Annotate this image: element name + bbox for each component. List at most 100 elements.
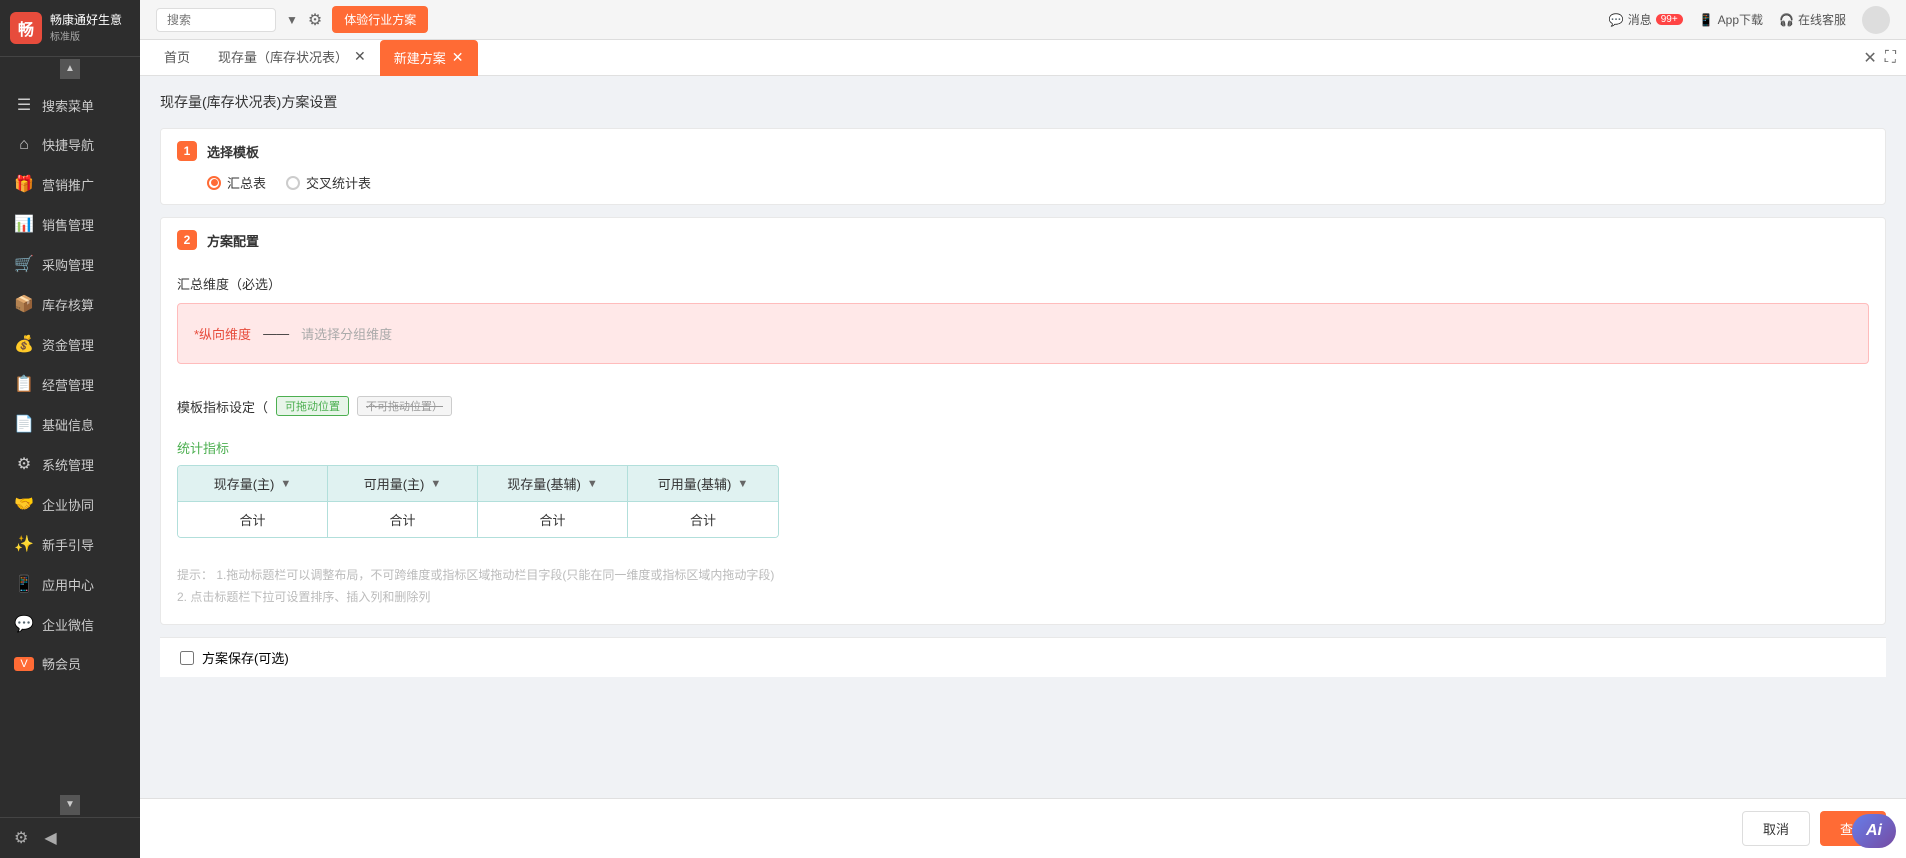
required-mark: *纵向维度 (194, 324, 251, 343)
stats-col-4-body: 合计 (628, 502, 778, 537)
stats-col-1-label: 现存量(主) (214, 474, 275, 493)
sidebar-item-finance[interactable]: 💰 资金管理 (0, 324, 140, 364)
app-download-item[interactable]: 📱 App下载 (1699, 11, 1763, 28)
radio-cross-label: 交叉统计表 (306, 173, 371, 192)
member-icon: V (14, 657, 34, 671)
app-download-label: App下载 (1718, 11, 1763, 28)
search-input[interactable] (156, 8, 276, 32)
stats-title: 统计指标 (177, 438, 1869, 457)
inventory-icon: 📦 (14, 294, 34, 314)
bottom-bar: 取消 查询 (140, 798, 1906, 858)
topbar-gear-icon[interactable]: ⚙ (308, 10, 322, 30)
app-name: 畅康通好生意 (50, 13, 122, 29)
collapse-icon[interactable]: ◀ (44, 828, 56, 848)
step2-section: 2 方案配置 汇总维度（必选） *纵向维度 —— 请选择分组维度 模板指标设定（ (160, 217, 1886, 625)
settings-icon[interactable]: ⚙ (14, 828, 28, 848)
sidebar-item-search-menu[interactable]: ☰ 搜索菜单 (0, 85, 140, 125)
search-menu-icon: ☰ (14, 95, 34, 115)
online-service-label: 在线客服 (1798, 11, 1846, 28)
stats-col-4-label: 可用量(基辅) (658, 474, 732, 493)
stats-col-3-header[interactable]: 现存量(基辅) ▼ (478, 466, 628, 501)
dimension-placeholder[interactable]: 请选择分组维度 (301, 324, 392, 343)
sidebar-item-inventory[interactable]: 📦 库存核算 (0, 284, 140, 324)
sidebar-item-label: 快捷导航 (42, 135, 94, 154)
tab-inventory-close-icon[interactable]: ✕ (354, 48, 366, 65)
tabbar: 首页 现存量（库存状况表） ✕ 新建方案 ✕ ✕ ⛶ (140, 40, 1906, 76)
sidebar-item-label: 新手引导 (42, 535, 94, 554)
sidebar-item-quick-nav[interactable]: ⌂ 快捷导航 (0, 125, 140, 164)
sidebar-item-sales[interactable]: 📊 销售管理 (0, 204, 140, 244)
tip-2: 2. 点击标题栏下拉可设置排序、插入列和删除列 (177, 587, 1869, 609)
draggable-badge: 可拖动位置 (276, 396, 349, 416)
tab-home[interactable]: 首页 (150, 40, 204, 76)
tab-new-plan-close-icon[interactable]: ✕ (452, 49, 464, 66)
tab-new-plan-label: 新建方案 (394, 48, 446, 67)
stats-col-2-header[interactable]: 可用量(主) ▼ (328, 466, 478, 501)
chevron-down-icon-4: ▼ (737, 478, 748, 490)
sidebar-item-label: 经营管理 (42, 375, 94, 394)
radio-summary-table[interactable]: 汇总表 (207, 173, 266, 192)
sidebar-item-marketing[interactable]: 🎁 营销推广 (0, 164, 140, 204)
sidebar-scroll-up[interactable]: ▲ (60, 59, 80, 79)
topbar-dropdown[interactable]: ▼ (286, 13, 298, 27)
indicator-settings: 模板指标设定（ 可拖动位置 不可拖动位置） (161, 396, 1885, 438)
cancel-button[interactable]: 取消 (1742, 811, 1810, 846)
tab-inventory-status-label: 现存量（库存状况表） (218, 47, 348, 66)
sidebar-item-operations[interactable]: 📋 经营管理 (0, 364, 140, 404)
stats-col-4-header[interactable]: 可用量(基辅) ▼ (628, 466, 778, 501)
app-logo: 畅 畅康通好生意 标准版 (0, 0, 140, 57)
industry-plan-button[interactable]: 体验行业方案 (332, 6, 428, 33)
sidebar-item-label: 应用中心 (42, 575, 94, 594)
page-title: 现存量(库存状况表)方案设置 (160, 92, 1886, 112)
sidebar-item-enterprise[interactable]: 🤝 企业协同 (0, 484, 140, 524)
sidebar-item-label: 企业微信 (42, 615, 94, 634)
step2-badge: 2 (177, 230, 197, 250)
sidebar-item-app-center[interactable]: 📱 应用中心 (0, 564, 140, 604)
quick-nav-icon: ⌂ (14, 136, 34, 154)
dimension-row: *纵向维度 —— 请选择分组维度 (194, 324, 1852, 343)
messages-item[interactable]: 💬 消息 99+ (1609, 11, 1683, 28)
radio-summary-label: 汇总表 (227, 173, 266, 192)
sidebar-item-enterprise-wechat[interactable]: 💬 企业微信 (0, 604, 140, 644)
ai-badge[interactable]: Ai (1852, 814, 1896, 848)
sidebar-item-newbie[interactable]: ✨ 新手引导 (0, 524, 140, 564)
stats-col-3-label: 现存量(基辅) (507, 474, 581, 493)
sales-icon: 📊 (14, 214, 34, 234)
template-options: 汇总表 交叉统计表 (161, 173, 1885, 204)
sidebar-nav: ☰ 搜索菜单 ⌂ 快捷导航 🎁 营销推广 📊 销售管理 🛒 采购管理 📦 库存核… (0, 81, 140, 793)
tab-inventory-status[interactable]: 现存量（库存状况表） ✕ (204, 40, 380, 76)
logo-icon: 畅 (10, 12, 42, 44)
sidebar-item-member[interactable]: V 畅会员 (0, 644, 140, 683)
enterprise-wechat-icon: 💬 (14, 614, 34, 634)
config-section: 汇总维度（必选） *纵向维度 —— 请选择分组维度 (161, 262, 1885, 396)
radio-cross-table[interactable]: 交叉统计表 (286, 173, 371, 192)
tab-close-button[interactable]: ✕ (1863, 48, 1876, 68)
sidebar-item-label: 畅会员 (42, 654, 81, 673)
indicator-settings-text: 模板指标设定（ (177, 397, 268, 416)
stats-col-1-header[interactable]: 现存量(主) ▼ (178, 466, 328, 501)
step1-header: 1 选择模板 (161, 129, 1885, 173)
stats-section: 统计指标 现存量(主) ▼ 可用量(主) ▼ 现存量(基辅) (161, 438, 1885, 557)
messages-label: 消息 (1628, 11, 1652, 28)
tab-new-plan[interactable]: 新建方案 ✕ (380, 40, 478, 76)
sidebar-scroll-down[interactable]: ▼ (60, 795, 80, 815)
app-version: 标准版 (50, 28, 122, 43)
stats-header-row: 现存量(主) ▼ 可用量(主) ▼ 现存量(基辅) ▼ 可用量(基辅) (178, 466, 778, 501)
sidebar-item-basic-info[interactable]: 📄 基础信息 (0, 404, 140, 444)
sidebar-item-purchase[interactable]: 🛒 采购管理 (0, 244, 140, 284)
tab-expand-button[interactable]: ⛶ (1885, 48, 1896, 68)
save-option-label: 方案保存(可选) (202, 648, 289, 667)
tips-section: 提示： 1.拖动标题栏可以调整布局，不可跨维度或指标区域拖动栏目字段(只能在同一… (161, 557, 1885, 624)
sidebar-item-system[interactable]: ⚙ 系统管理 (0, 444, 140, 484)
sidebar: 畅 畅康通好生意 标准版 ▲ ☰ 搜索菜单 ⌂ 快捷导航 🎁 营销推广 📊 销售… (0, 0, 140, 858)
finance-icon: 💰 (14, 334, 34, 354)
purchase-icon: 🛒 (14, 254, 34, 274)
non-draggable-badge: 不可拖动位置） (357, 396, 452, 416)
step2-header: 2 方案配置 (161, 218, 1885, 262)
headset-icon: 🎧 (1779, 13, 1794, 27)
online-service-item[interactable]: 🎧 在线客服 (1779, 11, 1846, 28)
user-avatar[interactable] (1862, 6, 1890, 34)
topbar: ▼ ⚙ 体验行业方案 💬 消息 99+ 📱 App下载 🎧 在线客服 (140, 0, 1906, 40)
main-wrapper: ▼ ⚙ 体验行业方案 💬 消息 99+ 📱 App下载 🎧 在线客服 首页 (140, 0, 1906, 858)
save-checkbox[interactable] (180, 651, 194, 665)
